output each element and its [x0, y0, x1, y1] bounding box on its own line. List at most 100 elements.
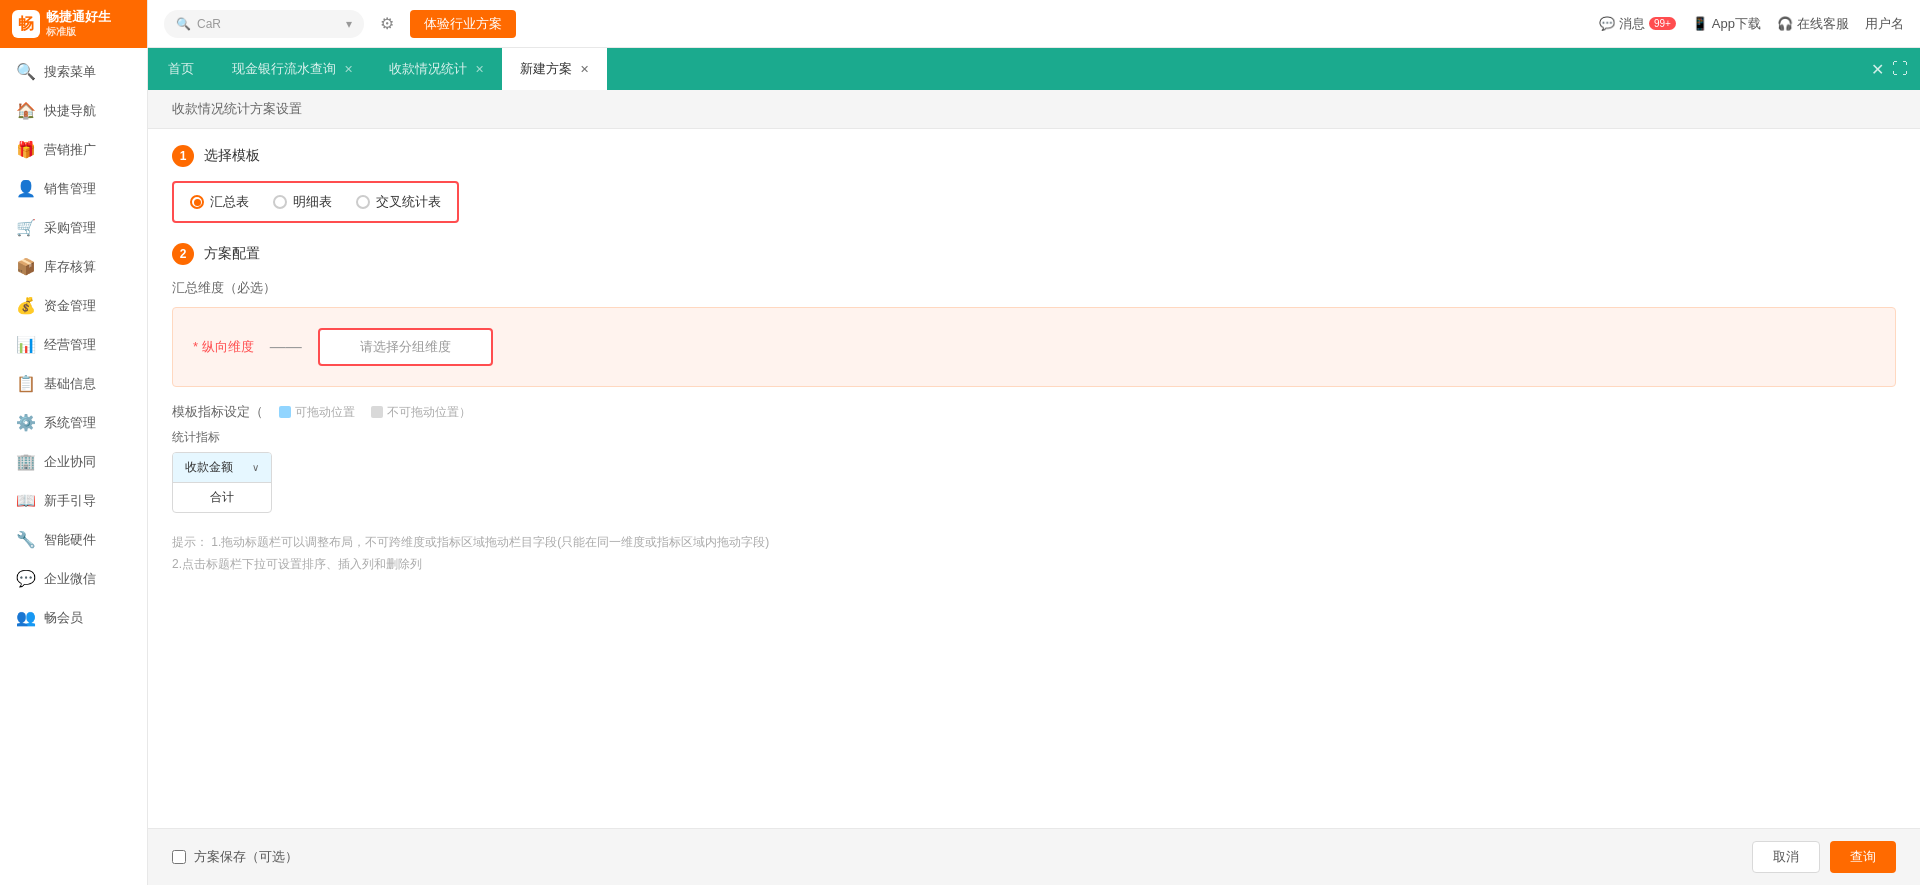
dimension-area: 纵向维度 —— 请选择分组维度 [172, 307, 1896, 387]
search-bar-text: CaR [197, 17, 221, 31]
tag-blue-dot [279, 406, 291, 418]
sidebar-item-label: 智能硬件 [44, 531, 96, 549]
dimension-label: 汇总维度（必选） [172, 279, 1896, 297]
step1-title: 选择模板 [204, 147, 260, 165]
step1-header: 1 选择模板 [172, 145, 1896, 167]
step1-section: 1 选择模板 汇总表 明细表 交叉统计表 [172, 145, 1896, 223]
sidebar-item-sales[interactable]: 👤 销售管理 [0, 169, 147, 208]
indicator-settings-label: 模板指标设定（ [172, 403, 263, 421]
radio-summary-label: 汇总表 [210, 193, 249, 211]
tab-collection-stats-label: 收款情况统计 [389, 60, 467, 78]
download-action[interactable]: 📱 App下载 [1692, 15, 1761, 33]
header-actions: 💬 消息 99+ 📱 App下载 🎧 在线客服 用户名 [1599, 15, 1904, 33]
tab-new-plan[interactable]: 新建方案 ✕ [502, 48, 607, 90]
page-breadcrumb: 收款情况统计方案设置 [148, 90, 1920, 129]
step2-header: 2 方案配置 [172, 243, 1896, 265]
radio-summary[interactable]: 汇总表 [190, 193, 249, 211]
sidebar-item-enterprise[interactable]: 🏢 企业协同 [0, 442, 147, 481]
sidebar-item-search-menu[interactable]: 🔍 搜索菜单 [0, 52, 147, 91]
step2-num: 2 [172, 243, 194, 265]
sidebar-item-finance[interactable]: 💰 资金管理 [0, 286, 147, 325]
radio-detail-label: 明细表 [293, 193, 332, 211]
sidebar-item-label: 新手引导 [44, 492, 96, 510]
industry-btn[interactable]: 体验行业方案 [410, 10, 516, 38]
step1-num: 1 [172, 145, 194, 167]
home-icon: 🏠 [16, 101, 36, 120]
chevron-down-icon: ∨ [252, 462, 259, 473]
vertical-dimension-label: 纵向维度 [193, 338, 254, 356]
maximize-icon[interactable]: ⛶ [1892, 60, 1908, 78]
form-container: 1 选择模板 汇总表 明细表 交叉统计表 [148, 129, 1920, 828]
logo-sub: 标准版 [46, 25, 111, 39]
sidebar-item-label: 企业微信 [44, 570, 96, 588]
tab-bank-flow[interactable]: 现金银行流水查询 ✕ [214, 48, 371, 90]
radio-detail-circle [273, 195, 287, 209]
tips-section: 提示： 1.拖动标题栏可以调整布局，不可跨维度或指标区域拖动栏目字段(只能在同一… [172, 532, 1896, 575]
sidebar-item-member[interactable]: 👥 畅会员 [0, 598, 147, 637]
stats-block-body: 合计 [173, 483, 271, 512]
book-icon: 📖 [16, 491, 36, 510]
radio-detail[interactable]: 明细表 [273, 193, 332, 211]
step2-title: 方案配置 [204, 245, 260, 263]
tab-collection-stats-close[interactable]: ✕ [475, 63, 484, 76]
sidebar-item-basic-info[interactable]: 📋 基础信息 [0, 364, 147, 403]
chevron-down-icon: ▾ [346, 17, 352, 31]
sidebar-item-guide[interactable]: 📖 新手引导 [0, 481, 147, 520]
clipboard-icon: 📋 [16, 374, 36, 393]
sidebar-nav: 🔍 搜索菜单 🏠 快捷导航 🎁 营销推广 👤 销售管理 🛒 采购管理 📦 库存核… [0, 48, 147, 885]
chat-icon: 💬 [16, 569, 36, 588]
wrench-icon: 🔧 [16, 530, 36, 549]
sidebar-item-system[interactable]: ⚙️ 系统管理 [0, 403, 147, 442]
cancel-button[interactable]: 取消 [1752, 841, 1820, 873]
sidebar-item-wechat[interactable]: 💬 企业微信 [0, 559, 147, 598]
tab-new-plan-label: 新建方案 [520, 60, 572, 78]
top-header: 🔍 CaR ▾ ⚙ 体验行业方案 💬 消息 99+ 📱 App下载 🎧 在线客服… [148, 0, 1920, 48]
close-window-icon[interactable]: ✕ [1871, 60, 1884, 79]
search-menu-icon: 🔍 [16, 62, 36, 81]
sidebar-item-inventory[interactable]: 📦 库存核算 [0, 247, 147, 286]
radio-cross[interactable]: 交叉统计表 [356, 193, 441, 211]
indicator-settings: 模板指标设定（ 可拖动位置 不可拖动位置） 统计指标 [172, 403, 1896, 516]
search-bar[interactable]: 🔍 CaR ▾ [164, 10, 364, 38]
tips-line1: 提示： 1.拖动标题栏可以调整布局，不可跨维度或指标区域拖动栏目字段(只能在同一… [172, 532, 1896, 554]
tab-collection-stats[interactable]: 收款情况统计 ✕ [371, 48, 502, 90]
settings-icon[interactable]: ⚙ [380, 14, 394, 33]
indicator-label-row: 模板指标设定（ 可拖动位置 不可拖动位置） [172, 403, 1896, 421]
tag-fixed-label: 不可拖动位置） [387, 404, 471, 421]
sidebar-item-label: 资金管理 [44, 297, 96, 315]
sidebar-item-quick-nav[interactable]: 🏠 快捷导航 [0, 91, 147, 130]
download-icon: 📱 [1692, 16, 1708, 31]
user-action[interactable]: 用户名 [1865, 15, 1904, 33]
sidebar-item-label: 采购管理 [44, 219, 96, 237]
download-label: App下载 [1712, 15, 1761, 33]
sidebar-item-label: 营销推广 [44, 141, 96, 159]
sidebar-item-label: 基础信息 [44, 375, 96, 393]
sidebar-item-hardware[interactable]: 🔧 智能硬件 [0, 520, 147, 559]
sidebar-item-marketing[interactable]: 🎁 营销推广 [0, 130, 147, 169]
tag-fixed: 不可拖动位置） [371, 404, 471, 421]
main-area: 🔍 CaR ▾ ⚙ 体验行业方案 💬 消息 99+ 📱 App下载 🎧 在线客服… [148, 0, 1920, 885]
tab-bank-flow-close[interactable]: ✕ [344, 63, 353, 76]
tab-new-plan-close[interactable]: ✕ [580, 63, 589, 76]
logo-text: 畅捷通好生 [46, 9, 111, 25]
message-action[interactable]: 💬 消息 99+ [1599, 15, 1676, 33]
dimension-row: 纵向维度 —— 请选择分组维度 [193, 328, 1875, 366]
sidebar-logo: 畅 畅捷通好生 标准版 [0, 0, 147, 48]
support-action[interactable]: 🎧 在线客服 [1777, 15, 1849, 33]
save-plan-checkbox[interactable] [172, 850, 186, 864]
content-area: 收款情况统计方案设置 1 选择模板 汇总表 明细表 [148, 90, 1920, 885]
building-icon: 🏢 [16, 452, 36, 471]
sidebar-item-label: 库存核算 [44, 258, 96, 276]
box-icon: 📦 [16, 257, 36, 276]
search-bar-icon: 🔍 [176, 17, 191, 31]
sidebar-item-label: 销售管理 [44, 180, 96, 198]
dimension-select-box[interactable]: 请选择分组维度 [318, 328, 493, 366]
support-icon: 🎧 [1777, 16, 1793, 31]
stats-block-header[interactable]: 收款金额 ∨ [173, 453, 271, 483]
tab-home[interactable]: 首页 [148, 48, 214, 90]
sidebar-item-label: 企业协同 [44, 453, 96, 471]
sidebar-item-operations[interactable]: 📊 经营管理 [0, 325, 147, 364]
tab-bank-flow-label: 现金银行流水查询 [232, 60, 336, 78]
sidebar-item-purchase[interactable]: 🛒 采购管理 [0, 208, 147, 247]
query-button[interactable]: 查询 [1830, 841, 1896, 873]
